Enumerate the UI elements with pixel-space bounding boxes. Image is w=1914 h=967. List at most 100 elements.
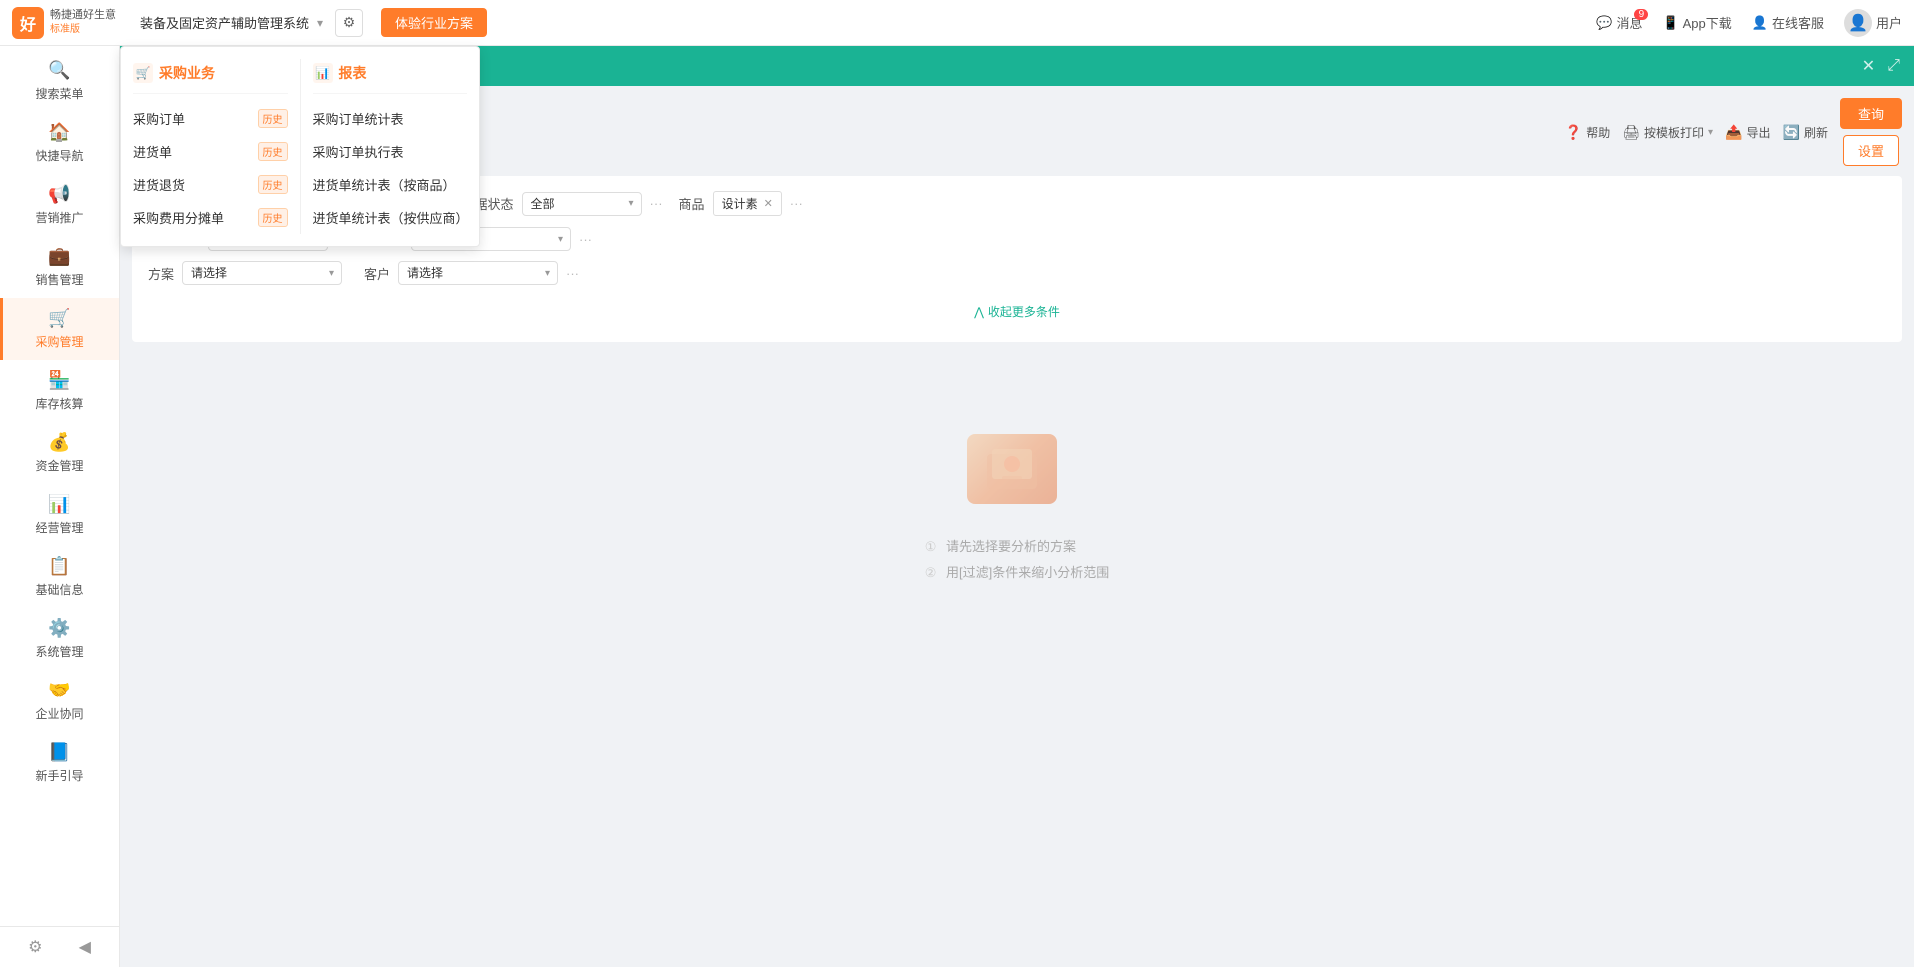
status-select[interactable]: 全部 — [522, 192, 642, 216]
inventory-icon: 🏪 — [48, 370, 70, 391]
status-more-dots[interactable]: ··· — [650, 196, 663, 211]
purchase-header-icon: 🛒 — [133, 63, 153, 83]
print-button[interactable]: 🖨 按模板打印 ▾ — [1622, 124, 1713, 141]
purchase-dropdown-menu: 🛒 采购业务 采购订单 历史 进货单 历史 进货退货 历史 采购费用分摊单 历史 — [120, 46, 480, 247]
sidebar-item-quick-nav[interactable]: 🏠 快捷导航 — [0, 112, 119, 174]
dropdown-report-col: 📊 报表 采购订单统计表 采购订单执行表 进货单统计表（按商品） 进货单统计表（… — [300, 59, 480, 234]
empty-svg — [982, 444, 1042, 494]
operations-icon: 📊 — [48, 494, 70, 515]
sidebar-label-sales: 销售管理 — [35, 271, 83, 288]
phone-icon: 📱 — [1662, 15, 1678, 31]
query-button[interactable]: 查询 — [1840, 98, 1902, 129]
empty-hint-1: ① 请先选择要分析的方案 — [925, 534, 1110, 560]
sidebar-collapse-button[interactable]: ◀ — [79, 937, 91, 957]
sidebar-settings-button[interactable]: ⚙ — [28, 937, 42, 957]
scheme-label: 方案 — [148, 264, 174, 283]
help-label: 帮助 — [1586, 124, 1610, 141]
customer-select[interactable]: 请选择 — [398, 261, 558, 285]
return-hist[interactable]: 历史 — [258, 175, 288, 194]
goods-tag-close[interactable]: ✕ — [764, 197, 773, 210]
report-section-title: 报表 — [339, 63, 367, 83]
inbound-label: 进货单 — [133, 142, 172, 161]
purchase-order-hist[interactable]: 历史 — [258, 109, 288, 128]
inbound-by-goods-label: 进货单统计表（按商品） — [313, 175, 456, 194]
industry-solution-button[interactable]: 体验行业方案 — [381, 8, 487, 37]
sidebar-label-purchase: 采购管理 — [35, 333, 83, 350]
customer-select-wrap: 请选择 ▾ — [398, 261, 558, 285]
purchase-icon: 🛒 — [48, 308, 70, 329]
dropdown-overlay: 🛒 采购业务 采购订单 历史 进货单 历史 进货退货 历史 采购费用分摊单 历史 — [120, 46, 480, 247]
search-icon: 🔍 — [48, 60, 70, 81]
app-download-label: App下载 — [1683, 13, 1732, 32]
dropdown-item-inbound-by-supplier[interactable]: 进货单统计表（按供应商） — [313, 201, 468, 234]
logo-badge: 标准版 — [50, 23, 116, 37]
sidebar-item-purchase[interactable]: 🛒 采购管理 — [0, 298, 119, 360]
dropdown-item-return[interactable]: 进货退货 历史 — [133, 168, 288, 201]
sidebar-item-inventory[interactable]: 🏪 库存核算 — [0, 360, 119, 422]
system-title-area: 装备及固定资产辅助管理系统 ▾ ⚙ 体验行业方案 — [140, 8, 487, 37]
salesperson-more-dots[interactable]: ··· — [579, 232, 592, 247]
tab-bar-close-icon[interactable]: ✕ — [1858, 52, 1879, 80]
sidebar-bottom: ⚙ ◀ — [0, 926, 119, 967]
sidebar-item-guide[interactable]: 📘 新手引导 — [0, 732, 119, 794]
help-button[interactable]: ❓ 帮助 — [1565, 124, 1610, 141]
top-header: 好 畅捷通好生意 标准版 装备及固定资产辅助管理系统 ▾ ⚙ 体验行业方案 💬 … — [0, 0, 1914, 46]
goods-tag[interactable]: 设计素 ✕ — [713, 191, 782, 216]
dropdown-purchase-col: 🛒 采购业务 采购订单 历史 进货单 历史 进货退货 历史 采购费用分摊单 历史 — [121, 59, 300, 234]
guide-icon: 📘 — [48, 742, 70, 763]
settings-button[interactable]: 设置 — [1843, 135, 1899, 166]
logo-icon: 好 — [12, 7, 44, 39]
enterprise-icon: 🤝 — [48, 680, 70, 701]
export-label: 导出 — [1747, 124, 1771, 141]
sidebar-item-operations[interactable]: 📊 经营管理 — [0, 484, 119, 546]
sidebar-label-enterprise: 企业协同 — [35, 705, 83, 722]
print-label: 按模板打印 — [1644, 124, 1704, 141]
sidebar-item-enterprise[interactable]: 🤝 企业协同 — [0, 670, 119, 732]
logo-text-wrap: 畅捷通好生意 标准版 — [50, 8, 116, 37]
purchase-order-label: 采购订单 — [133, 109, 185, 128]
sidebar-item-system[interactable]: ⚙️ 系统管理 — [0, 608, 119, 670]
system-icon: ⚙️ — [48, 618, 70, 639]
dropdown-item-order-exec[interactable]: 采购订单执行表 — [313, 135, 468, 168]
system-settings-button[interactable]: ⚙ — [335, 9, 363, 37]
dropdown-item-expense[interactable]: 采购费用分摊单 历史 — [133, 201, 288, 234]
dropdown-item-inbound[interactable]: 进货单 历史 — [133, 135, 288, 168]
tab-bar-expand-icon[interactable]: ⤢ — [1883, 53, 1904, 79]
dropdown-item-order-stats[interactable]: 采购订单统计表 — [313, 102, 468, 135]
online-service-button[interactable]: 👤 在线客服 — [1752, 13, 1824, 32]
user-menu-button[interactable]: 👤 用户 — [1844, 9, 1902, 37]
sidebar-item-search[interactable]: 🔍 搜索菜单 — [0, 50, 119, 112]
dropdown-item-purchase-order[interactable]: 采购订单 历史 — [133, 102, 288, 135]
sidebar-item-sales[interactable]: 💼 销售管理 — [0, 236, 119, 298]
inbound-by-supplier-label: 进货单统计表（按供应商） — [313, 208, 468, 227]
refresh-button[interactable]: 🔄 刷新 — [1783, 124, 1828, 141]
scheme-select[interactable]: 请选择 — [182, 261, 342, 285]
export-button[interactable]: 📤 导出 — [1725, 124, 1770, 141]
tabs-bar-right: ✕ ⤢ — [1858, 52, 1914, 80]
inbound-hist[interactable]: 历史 — [258, 142, 288, 161]
title-dropdown-arrow[interactable]: ▾ — [317, 16, 323, 30]
sidebar-label-marketing: 营销推广 — [35, 209, 83, 226]
dropdown-item-inbound-by-goods[interactable]: 进货单统计表（按商品） — [313, 168, 468, 201]
user-avatar: 👤 — [1844, 9, 1872, 37]
system-title: 装备及固定资产辅助管理系统 — [140, 13, 309, 32]
home-icon: 🏠 — [48, 122, 70, 143]
empty-hint-2: ② 用[过滤]条件来缩小分析范围 — [925, 560, 1110, 586]
collapse-label: 收起更多条件 — [988, 303, 1060, 320]
sidebar-item-marketing[interactable]: 📢 营销推广 — [0, 174, 119, 236]
sidebar-item-basic-info[interactable]: 📋 基础信息 — [0, 546, 119, 608]
messages-button[interactable]: 💬 消息 9 — [1596, 13, 1642, 32]
collapse-bar[interactable]: ⋀ 收起更多条件 — [148, 295, 1886, 328]
goods-more-dots[interactable]: ··· — [790, 196, 803, 211]
customer-more-dots[interactable]: ··· — [566, 266, 579, 281]
expense-hist[interactable]: 历史 — [258, 208, 288, 227]
order-exec-label: 采购订单执行表 — [313, 142, 404, 161]
expense-label: 采购费用分摊单 — [133, 208, 224, 227]
sidebar-item-finance[interactable]: 💰 资金管理 — [0, 422, 119, 484]
refresh-icon: 🔄 — [1783, 124, 1800, 141]
print-arrow[interactable]: ▾ — [1708, 127, 1713, 138]
empty-illustration — [967, 434, 1057, 504]
export-icon: 📤 — [1725, 124, 1742, 141]
sidebar: 🔍 搜索菜单 🏠 快捷导航 📢 营销推广 💼 销售管理 🛒 采购管理 🏪 库存核… — [0, 46, 120, 967]
app-download-button[interactable]: 📱 App下载 — [1662, 13, 1731, 32]
